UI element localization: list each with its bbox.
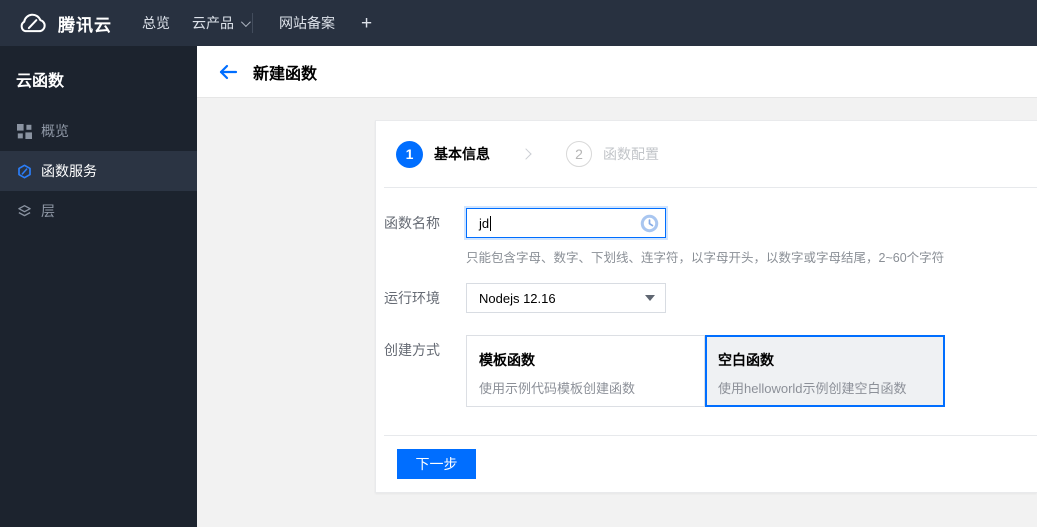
- tencent-cloud-console: 腾讯云 总览 云产品 网站备案 + 云函数 概览 函数服务 层 新建函数 1 基…: [0, 0, 1037, 527]
- page-title: 新建函数: [253, 65, 318, 83]
- runtime-label: 运行环境: [384, 290, 440, 306]
- runtime-select[interactable]: Nodejs 12.16: [466, 283, 666, 313]
- creation-method-options: 模板函数 使用示例代码模板创建函数 空白函数 使用helloworld示例创建空…: [466, 335, 945, 407]
- nav-item-icp-filing[interactable]: 网站备案: [279, 13, 335, 33]
- basic-info-form: 函数名称 jd 只能包含字母、数字、下划线、连字符，以字母开头，以数字或字母结尾…: [376, 208, 1037, 407]
- function-name-value: jd: [479, 215, 490, 231]
- option-description: 使用示例代码模板创建函数: [479, 381, 636, 396]
- create-function-card: 1 基本信息 2 函数配置 函数名称 jd 只能包含字母、数字、下划线、连字符，…: [375, 120, 1037, 493]
- nav-divider: [252, 13, 253, 33]
- sidebar-product-title: 云函数: [16, 73, 65, 90]
- dropdown-caret-icon: [645, 295, 655, 301]
- function-name-input[interactable]: jd: [466, 208, 666, 238]
- step-2-circle: 2: [566, 141, 592, 167]
- text-cursor: [490, 215, 492, 231]
- function-name-row: 函数名称 jd: [376, 208, 1037, 238]
- chevron-right-icon: [520, 148, 532, 160]
- top-navbar: 腾讯云 总览 云产品 网站备案 +: [0, 0, 1037, 46]
- sidebar-item-function-service[interactable]: 函数服务: [0, 151, 197, 191]
- option-title: 空白函数: [718, 352, 774, 368]
- sidebar-item-overview[interactable]: 概览: [0, 111, 197, 151]
- scf-hexagon-icon: [17, 164, 32, 179]
- option-card-blank-function[interactable]: 空白函数 使用helloworld示例创建空白函数: [705, 335, 945, 407]
- runtime-row: 运行环境 Nodejs 12.16: [376, 283, 1037, 313]
- creation-method-row: 创建方式 模板函数 使用示例代码模板创建函数 空白函数 使用helloworld…: [376, 335, 1037, 407]
- step-1-circle: 1: [396, 140, 423, 168]
- divider: [384, 187, 1037, 188]
- sidebar-item-label: 函数服务: [41, 163, 97, 179]
- page-header: 新建函数: [197, 46, 1037, 98]
- nav-item-overview[interactable]: 总览: [142, 13, 170, 33]
- wizard-steps: 1 基本信息 2 函数配置: [396, 140, 1037, 168]
- nav-item-cloud-products[interactable]: 云产品: [192, 13, 251, 33]
- divider: [384, 435, 1037, 436]
- brand-name: 腾讯云: [58, 15, 112, 35]
- sidebar-item-label: 概览: [41, 123, 69, 139]
- chevron-down-icon: [240, 16, 251, 27]
- function-name-hint: 只能包含字母、数字、下划线、连字符，以字母开头，以数字或字母结尾，2~60个字符: [466, 251, 945, 265]
- creation-method-label: 创建方式: [384, 342, 440, 358]
- step-2-label: 函数配置: [603, 146, 659, 162]
- back-arrow-icon[interactable]: [218, 64, 238, 80]
- layers-icon: [17, 204, 32, 219]
- content-area: 1 基本信息 2 函数配置 函数名称 jd 只能包含字母、数字、下划线、连字符，…: [197, 98, 1037, 527]
- option-title: 模板函数: [479, 352, 535, 368]
- option-description: 使用helloworld示例创建空白函数: [718, 381, 907, 396]
- tencent-cloud-logo-icon: [16, 12, 49, 35]
- clock-pending-icon: [640, 214, 659, 233]
- step-1-label: 基本信息: [434, 146, 490, 162]
- sidebar-item-layers[interactable]: 层: [0, 191, 197, 231]
- option-card-template-function[interactable]: 模板函数 使用示例代码模板创建函数: [466, 335, 705, 407]
- sidebar-item-label: 层: [41, 203, 55, 219]
- runtime-selected-value: Nodejs 12.16: [479, 290, 556, 306]
- grid-overview-icon: [17, 123, 32, 139]
- next-step-button[interactable]: 下一步: [397, 449, 476, 479]
- sidebar: 云函数 概览 函数服务 层: [0, 46, 197, 527]
- brand-home-link[interactable]: 腾讯云: [16, 11, 112, 36]
- add-tab-plus-icon[interactable]: +: [361, 14, 372, 33]
- function-name-label: 函数名称: [384, 215, 440, 231]
